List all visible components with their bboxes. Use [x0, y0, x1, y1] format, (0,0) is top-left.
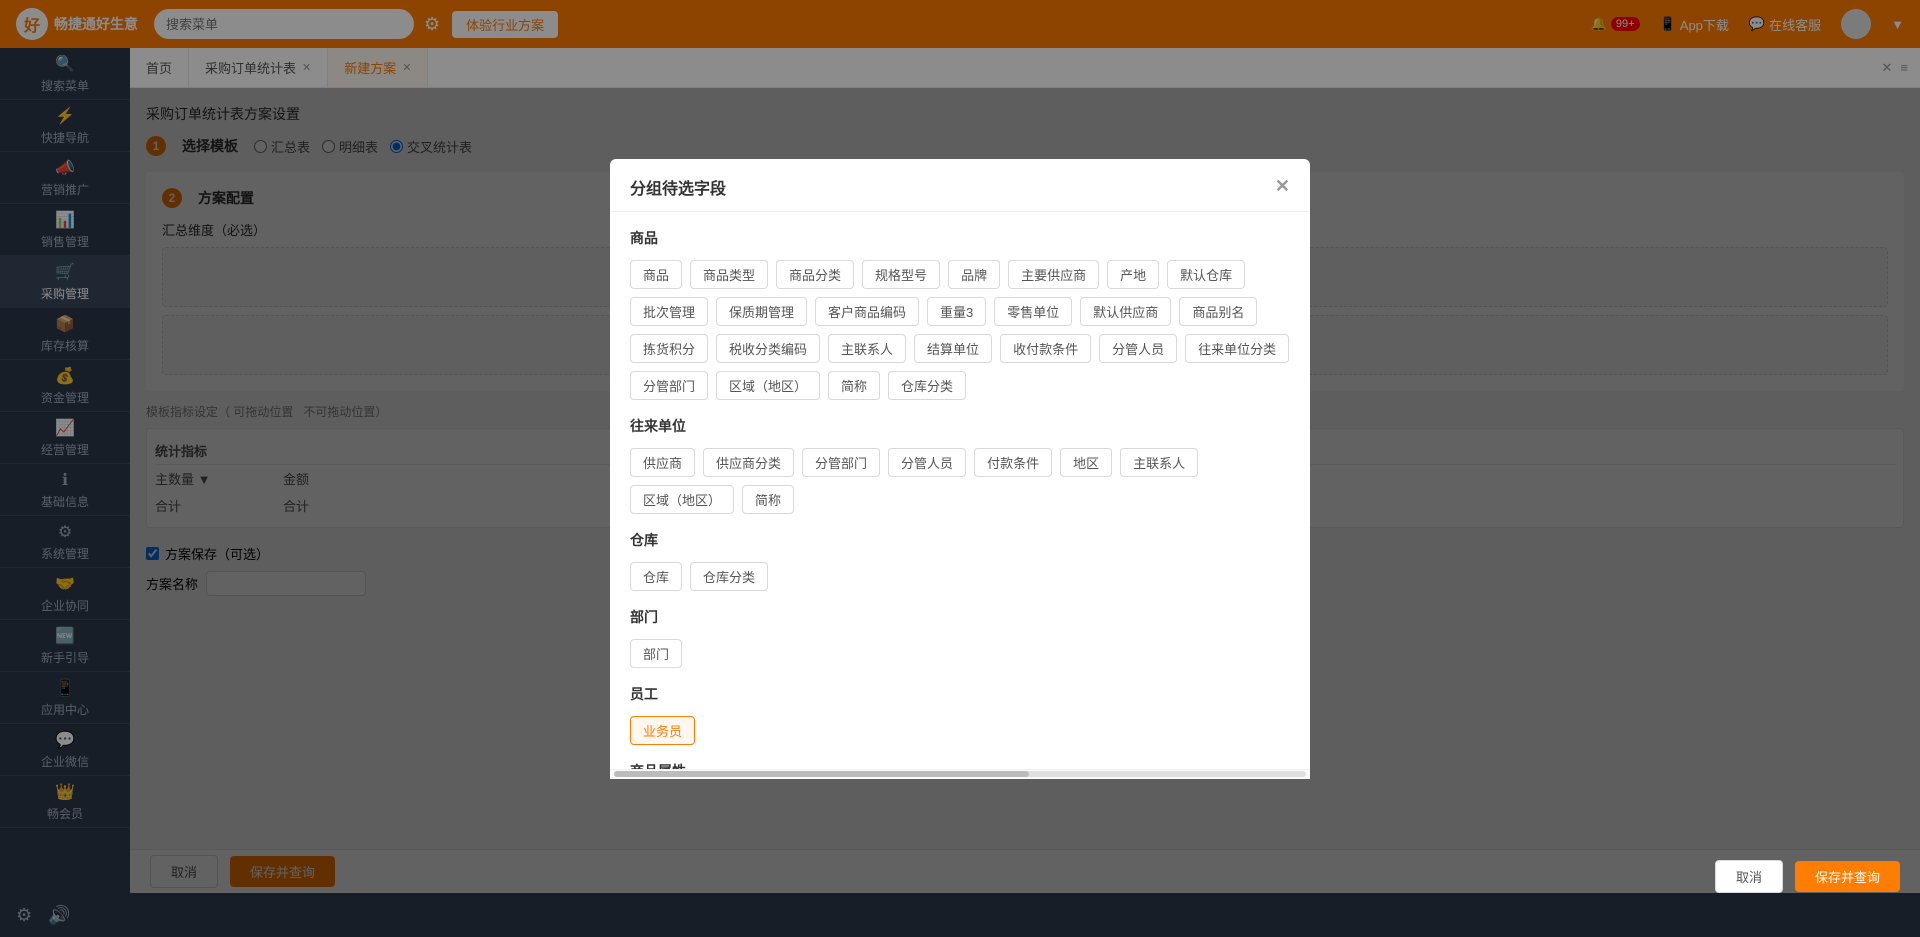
- section-title-product: 商品: [630, 228, 1290, 248]
- field-tag-weight3[interactable]: 重量3: [927, 297, 986, 326]
- section-title-warehouse: 仓库: [630, 530, 1290, 550]
- tag-grid-staff: 业务员: [630, 716, 1290, 745]
- field-tag-person-cp[interactable]: 分管人员: [888, 448, 966, 477]
- field-tag-warehouse-cat[interactable]: 仓库分类: [888, 371, 966, 400]
- field-tag-spec[interactable]: 规格型号: [862, 260, 940, 289]
- field-tag-contact-cp[interactable]: 主联系人: [1120, 448, 1198, 477]
- field-tag-tax-code[interactable]: 税收分类编码: [716, 334, 820, 363]
- field-tag-main-contact[interactable]: 主联系人: [828, 334, 906, 363]
- field-tag-payment-terms[interactable]: 收付款条件: [1000, 334, 1091, 363]
- field-tag-customer-code[interactable]: 客户商品编码: [815, 297, 919, 326]
- modal-body: 商品 商品 商品类型 商品分类 规格型号 品牌 主要供应商 产地 默认仓库 批次…: [610, 212, 1310, 769]
- field-tag-pick-score[interactable]: 拣货积分: [630, 334, 708, 363]
- field-tag-expiry[interactable]: 保质期管理: [716, 297, 807, 326]
- section-title-staff: 员工: [630, 684, 1290, 704]
- modal-title: 分组待选字段: [630, 175, 726, 199]
- field-tag-brand[interactable]: 品牌: [948, 260, 1000, 289]
- field-tag-counterpart-cat[interactable]: 往来单位分类: [1185, 334, 1289, 363]
- section-title-dept: 部门: [630, 607, 1290, 627]
- field-tag-warehouse-category[interactable]: 仓库分类: [690, 562, 768, 591]
- tag-grid-counterpart: 供应商 供应商分类 分管部门 分管人员 付款条件 地区 主联系人 区域（地区） …: [630, 448, 1290, 514]
- field-tag-salesperson[interactable]: 业务员: [630, 716, 695, 745]
- field-tag-default-supplier[interactable]: 默认供应商: [1080, 297, 1171, 326]
- field-tag-region-product[interactable]: 区域（地区）: [716, 371, 820, 400]
- page-action-buttons: 取消 保存并查询: [1715, 860, 1900, 893]
- field-tag-dept-managed[interactable]: 分管部门: [630, 371, 708, 400]
- field-tag-area-cp[interactable]: 地区: [1060, 448, 1112, 477]
- modal-overlay: 分组待选字段 ✕ 商品 商品 商品类型 商品分类 规格型号 品牌 主要供应商 产…: [0, 0, 1920, 937]
- section-title-counterpart: 往来单位: [630, 416, 1290, 436]
- field-tag-region-cp[interactable]: 区域（地区）: [630, 485, 734, 514]
- field-tag-retail-unit[interactable]: 零售单位: [994, 297, 1072, 326]
- field-tag-dept[interactable]: 部门: [630, 639, 682, 668]
- field-tag-settle-unit[interactable]: 结算单位: [914, 334, 992, 363]
- modal-dialog: 分组待选字段 ✕ 商品 商品 商品类型 商品分类 规格型号 品牌 主要供应商 产…: [610, 159, 1310, 779]
- modal-header: 分组待选字段 ✕: [610, 159, 1310, 212]
- modal-close-button[interactable]: ✕: [1275, 176, 1290, 197]
- field-tag-product[interactable]: 商品: [630, 260, 682, 289]
- field-tag-abbr-product[interactable]: 简称: [828, 371, 880, 400]
- field-tag-product-type[interactable]: 商品类型: [690, 260, 768, 289]
- field-tag-warehouse[interactable]: 仓库: [630, 562, 682, 591]
- tag-grid-warehouse: 仓库 仓库分类: [630, 562, 1290, 591]
- field-tag-alias[interactable]: 商品别名: [1179, 297, 1257, 326]
- tag-grid-dept: 部门: [630, 639, 1290, 668]
- cancel-button[interactable]: 取消: [1715, 860, 1783, 893]
- field-tag-payment-cond[interactable]: 付款条件: [974, 448, 1052, 477]
- field-tag-supplier[interactable]: 供应商: [630, 448, 695, 477]
- field-tag-default-warehouse[interactable]: 默认仓库: [1167, 260, 1245, 289]
- section-title-attributes: 商品属性: [630, 761, 1290, 769]
- save-query-button[interactable]: 保存并查询: [1795, 861, 1900, 892]
- field-tag-supplier-cat[interactable]: 供应商分类: [703, 448, 794, 477]
- field-tag-origin[interactable]: 产地: [1107, 260, 1159, 289]
- modal-hscroll[interactable]: [610, 769, 1310, 779]
- field-tag-batch[interactable]: 批次管理: [630, 297, 708, 326]
- field-tag-main-supplier[interactable]: 主要供应商: [1008, 260, 1099, 289]
- field-tag-product-category[interactable]: 商品分类: [776, 260, 854, 289]
- tag-grid-product: 商品 商品类型 商品分类 规格型号 品牌 主要供应商 产地 默认仓库 批次管理 …: [630, 260, 1290, 400]
- field-tag-supervisor[interactable]: 分管人员: [1099, 334, 1177, 363]
- field-tag-abbr-cp[interactable]: 简称: [742, 485, 794, 514]
- field-tag-dept-cp[interactable]: 分管部门: [802, 448, 880, 477]
